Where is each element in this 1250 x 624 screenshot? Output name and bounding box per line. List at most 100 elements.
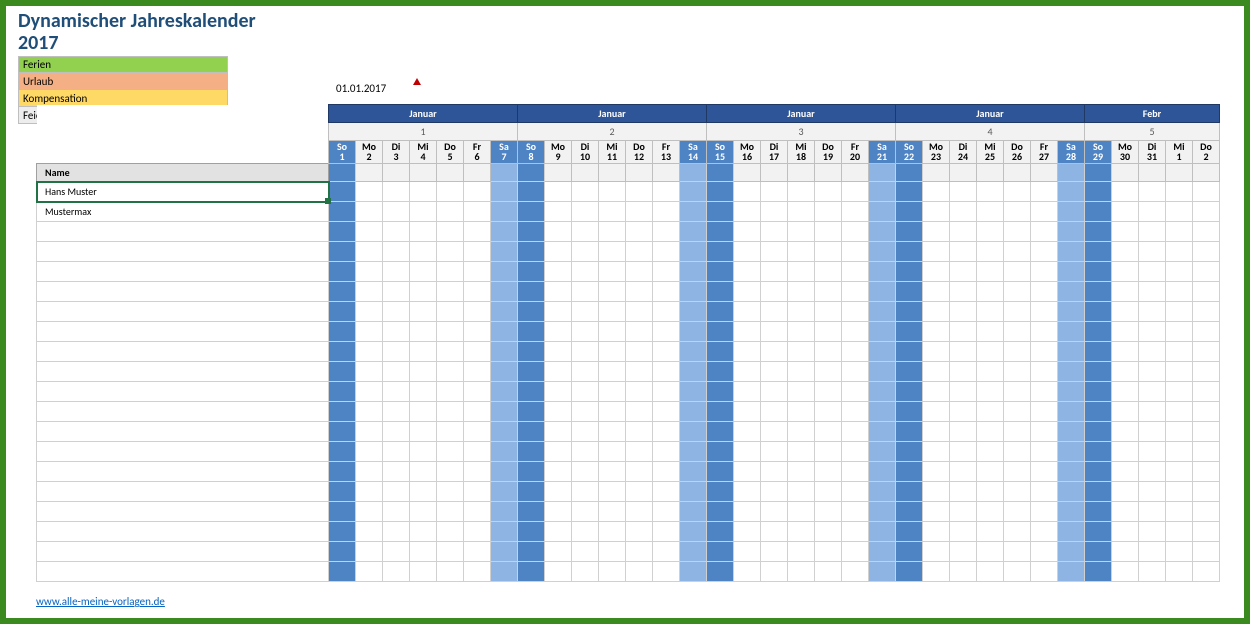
calendar-cell[interactable] [1004, 522, 1031, 542]
calendar-cell[interactable] [356, 222, 383, 242]
calendar-cell[interactable] [788, 482, 815, 502]
calendar-cell[interactable] [896, 402, 923, 422]
calendar-cell[interactable] [329, 442, 356, 462]
calendar-cell[interactable] [437, 362, 464, 382]
calendar-cell[interactable] [680, 182, 707, 202]
calendar-cell[interactable] [1112, 202, 1139, 222]
calendar-cell[interactable] [1112, 422, 1139, 442]
calendar-cell[interactable] [734, 542, 761, 562]
calendar-cell[interactable] [1139, 262, 1166, 282]
calendar-cell[interactable] [923, 322, 950, 342]
calendar-cell[interactable] [707, 302, 734, 322]
calendar-cell[interactable] [626, 542, 653, 562]
calendar-cell[interactable] [842, 522, 869, 542]
calendar-cell[interactable] [1193, 342, 1220, 362]
calendar-cell[interactable] [572, 362, 599, 382]
calendar-cell[interactable] [788, 422, 815, 442]
calendar-cell[interactable] [1166, 402, 1193, 422]
calendar-cell[interactable] [842, 222, 869, 242]
calendar-cell[interactable] [761, 382, 788, 402]
calendar-cell[interactable] [977, 422, 1004, 442]
calendar-cell[interactable] [1139, 402, 1166, 422]
calendar-cell[interactable] [707, 462, 734, 482]
calendar-cell[interactable] [1058, 562, 1085, 582]
calendar-cell[interactable] [572, 542, 599, 562]
calendar-cell[interactable] [464, 362, 491, 382]
calendar-cell[interactable] [815, 442, 842, 462]
calendar-cell[interactable] [437, 442, 464, 462]
calendar-cell[interactable] [950, 282, 977, 302]
calendar-cell[interactable] [1031, 482, 1058, 502]
calendar-cell[interactable] [734, 222, 761, 242]
calendar-cell[interactable] [464, 542, 491, 562]
calendar-cell[interactable] [1193, 322, 1220, 342]
calendar-cell[interactable] [491, 422, 518, 442]
calendar-cell[interactable] [518, 462, 545, 482]
calendar-cell[interactable] [788, 442, 815, 462]
calendar-cell[interactable] [1112, 522, 1139, 542]
calendar-cell[interactable] [464, 562, 491, 582]
calendar-cell[interactable] [896, 542, 923, 562]
calendar-cell[interactable] [1031, 222, 1058, 242]
calendar-cell[interactable] [815, 222, 842, 242]
calendar-cell[interactable] [707, 182, 734, 202]
calendar-cell[interactable] [1031, 342, 1058, 362]
calendar-cell[interactable] [545, 322, 572, 342]
calendar-cell[interactable] [707, 382, 734, 402]
calendar-cell[interactable] [869, 242, 896, 262]
calendar-cell[interactable] [1166, 382, 1193, 402]
calendar-cell[interactable] [869, 522, 896, 542]
calendar-cell[interactable] [329, 182, 356, 202]
calendar-cell[interactable] [1085, 562, 1112, 582]
calendar-cell[interactable] [572, 402, 599, 422]
calendar-cell[interactable] [383, 462, 410, 482]
calendar-cell[interactable] [707, 522, 734, 542]
calendar-cell[interactable] [572, 322, 599, 342]
calendar-cell[interactable] [356, 322, 383, 342]
calendar-cell[interactable] [383, 262, 410, 282]
calendar-cell[interactable] [626, 262, 653, 282]
calendar-cell[interactable] [1085, 462, 1112, 482]
calendar-cell[interactable] [842, 482, 869, 502]
calendar-cell[interactable] [383, 242, 410, 262]
calendar-cell[interactable] [437, 262, 464, 282]
calendar-cell[interactable] [518, 442, 545, 462]
calendar-cell[interactable] [356, 542, 383, 562]
calendar-cell[interactable] [464, 502, 491, 522]
footer-link[interactable]: www.alle-meine-vorlagen.de [36, 595, 165, 608]
calendar-cell[interactable] [464, 442, 491, 462]
calendar-cell[interactable] [464, 382, 491, 402]
calendar-cell[interactable] [1004, 442, 1031, 462]
calendar-cell[interactable] [1031, 502, 1058, 522]
calendar-cell[interactable] [545, 402, 572, 422]
calendar-cell[interactable] [491, 382, 518, 402]
calendar-cell[interactable] [1085, 262, 1112, 282]
calendar-cell[interactable] [437, 502, 464, 522]
calendar-cell[interactable] [356, 242, 383, 262]
calendar-cell[interactable] [626, 242, 653, 262]
calendar-cell[interactable] [815, 462, 842, 482]
calendar-cell[interactable] [1139, 342, 1166, 362]
calendar-cell[interactable] [1058, 382, 1085, 402]
calendar-cell[interactable] [653, 262, 680, 282]
calendar-cell[interactable] [518, 182, 545, 202]
calendar-cell[interactable] [410, 402, 437, 422]
calendar-cell[interactable] [1193, 502, 1220, 522]
calendar-cell[interactable] [491, 322, 518, 342]
calendar-cell[interactable] [599, 342, 626, 362]
calendar-cell[interactable] [599, 322, 626, 342]
calendar-cell[interactable] [572, 222, 599, 242]
calendar-cell[interactable] [1004, 462, 1031, 482]
calendar-cell[interactable] [437, 322, 464, 342]
calendar-cell[interactable] [329, 522, 356, 542]
calendar-cell[interactable] [1166, 342, 1193, 362]
calendar-cell[interactable] [1193, 462, 1220, 482]
calendar-cell[interactable] [653, 302, 680, 322]
calendar-cell[interactable] [1166, 422, 1193, 442]
calendar-cell[interactable] [626, 322, 653, 342]
calendar-cell[interactable] [869, 402, 896, 422]
calendar-cell[interactable] [977, 402, 1004, 422]
calendar-cell[interactable] [734, 562, 761, 582]
calendar-cell[interactable] [410, 542, 437, 562]
calendar-cell[interactable] [1193, 242, 1220, 262]
